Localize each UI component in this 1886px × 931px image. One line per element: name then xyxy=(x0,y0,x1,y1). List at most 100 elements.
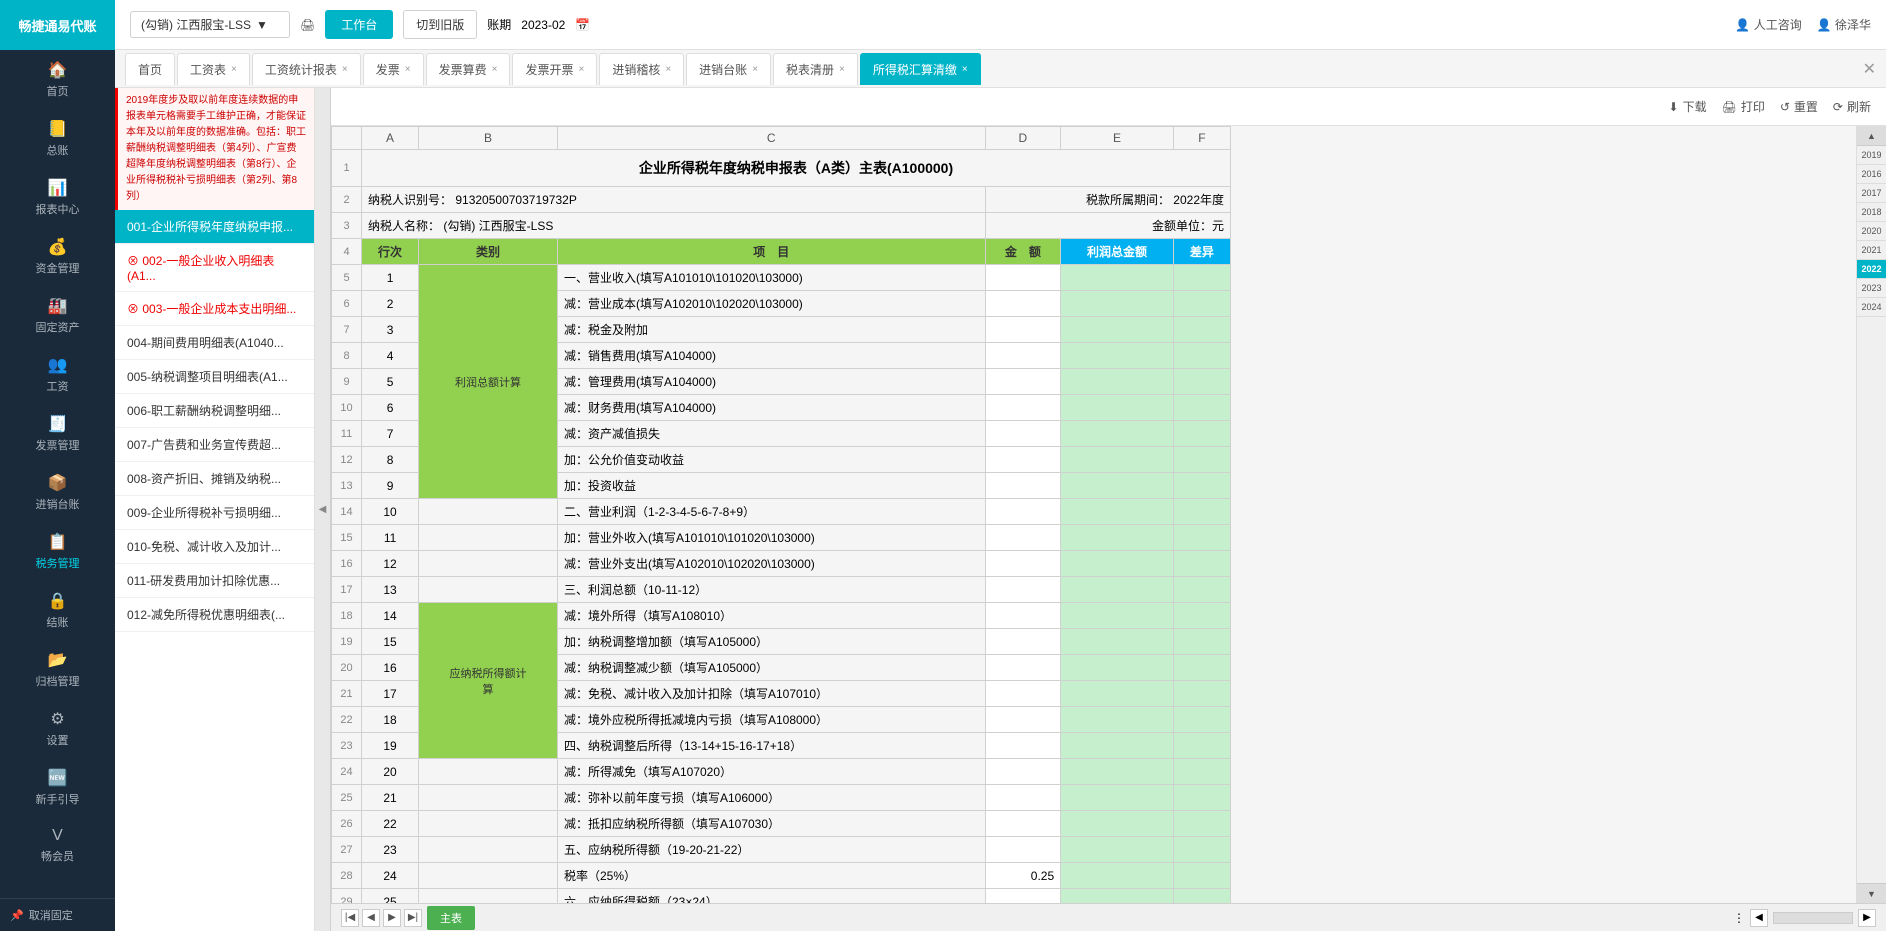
reset-icon: ↺ xyxy=(1780,100,1790,114)
left-panel-item-011[interactable]: 011-研发费用加计扣除优惠... xyxy=(115,564,314,598)
sidebar-item-archive[interactable]: 📂 归档管理 xyxy=(0,640,115,699)
sidebar-label-tax: 税务管理 xyxy=(36,555,80,571)
pin-button[interactable]: 📌 取消固定 xyxy=(0,899,115,931)
sidebar-item-tax[interactable]: 📋 税务管理 xyxy=(0,522,115,581)
left-panel-item-005[interactable]: 005-纳税调整项目明细表(A1... xyxy=(115,360,314,394)
tab-close-invoice-issue[interactable]: × xyxy=(578,64,584,75)
ledger-icon: 📒 xyxy=(48,119,68,139)
sheet-nav-first[interactable]: |◀ xyxy=(341,909,359,927)
year-2018[interactable]: 2018 xyxy=(1857,203,1886,222)
tab-close-payroll-stats[interactable]: × xyxy=(342,64,348,75)
sidebar-item-guide[interactable]: 🆕 新手引导 xyxy=(0,758,115,817)
taxpayer-name-cell: 纳税人名称： (勾销) 江西服宝-LSS xyxy=(362,213,986,239)
sheet-nav-last[interactable]: ▶| xyxy=(404,909,422,927)
download-icon: ⬇ xyxy=(1669,100,1679,114)
warning-banner: 2019年度步及取以前年度连续数据的申报表单元格需要手工维护正确，才能保证本年及… xyxy=(115,88,314,210)
table-row: 28 24 税率（25%） 0.25 xyxy=(332,863,1231,889)
left-panel-item-006[interactable]: 006-职工薪酬纳税调整明细... xyxy=(115,394,314,428)
tab-invoice-calc[interactable]: 发票算费 × xyxy=(426,53,511,85)
sidebar-item-settings[interactable]: ⚙ 设置 xyxy=(0,699,115,758)
row-num-3: 3 xyxy=(332,213,362,239)
reports-icon: 📊 xyxy=(48,178,68,198)
sheet-tab-main[interactable]: 主表 xyxy=(427,906,475,930)
sidebar-label-close: 结账 xyxy=(47,614,69,630)
tab-close-payroll[interactable]: × xyxy=(231,64,237,75)
left-panel-item-008[interactable]: 008-资产折旧、摊销及纳税... xyxy=(115,462,314,496)
tab-invoice[interactable]: 发票 × xyxy=(363,53,424,85)
reset-button[interactable]: ↺ 重置 xyxy=(1780,98,1818,115)
sidebar-item-close[interactable]: 🔒 结账 xyxy=(0,581,115,640)
archive-icon: 📂 xyxy=(48,650,68,670)
table-row: 5 1 利润总额计算 一、营业收入(填写A101010\101020\10300… xyxy=(332,265,1231,291)
left-panel-item-004[interactable]: 004-期间费用明细表(A1040... xyxy=(115,326,314,360)
sidebar-item-invoice[interactable]: 🧾 发票管理 xyxy=(0,404,115,463)
left-panel-item-003[interactable]: 003-一般企业成本支出明细... xyxy=(115,292,314,326)
sidebar-item-payroll[interactable]: 👥 工资 xyxy=(0,345,115,404)
tab-close-income-tax[interactable]: × xyxy=(962,64,968,75)
sidebar-item-ledger[interactable]: 📒 总账 xyxy=(0,109,115,168)
sheet-nav-prev[interactable]: ◀ xyxy=(362,909,380,927)
tab-close-invoice-calc[interactable]: × xyxy=(492,64,498,75)
sheet-nav: |◀ ◀ ▶ ▶| xyxy=(341,909,422,927)
spreadsheet-content[interactable]: A B C D E F xyxy=(331,126,1856,903)
tab-tax-summary[interactable]: 税表清册 × xyxy=(773,53,858,85)
refresh-button[interactable]: ⟳ 刷新 xyxy=(1833,98,1871,115)
table-row: 15 11 加：营业外收入(填写A101010\101020\103000) xyxy=(332,525,1231,551)
company-selector[interactable]: (勾销) 江西服宝-LSS ▼ xyxy=(130,11,290,38)
print-button[interactable]: 🖨 打印 xyxy=(1722,98,1765,115)
sheet-nav-next[interactable]: ▶ xyxy=(383,909,401,927)
tab-payroll[interactable]: 工资表 × xyxy=(177,53,250,85)
sidebar-item-assets[interactable]: 💰 资金管理 xyxy=(0,227,115,286)
left-panel-item-012[interactable]: 012-减免所得税优惠明细表(... xyxy=(115,598,314,632)
switch-old-button[interactable]: 切到旧版 xyxy=(403,10,477,39)
sidebar-item-purchase[interactable]: 📦 进销台账 xyxy=(0,463,115,522)
year-2017[interactable]: 2017 xyxy=(1857,184,1886,203)
left-panel-item-010[interactable]: 010-免税、减计收入及加计... xyxy=(115,530,314,564)
tab-sales-ledger[interactable]: 进销台账 × xyxy=(686,53,771,85)
sidebar-item-reports[interactable]: 📊 报表中心 xyxy=(0,168,115,227)
tab-home[interactable]: 首页 xyxy=(125,53,175,85)
year-2020[interactable]: 2020 xyxy=(1857,222,1886,241)
tab-close-invoice[interactable]: × xyxy=(405,64,411,75)
print-icon[interactable]: 🖨 xyxy=(300,18,315,32)
panel-collapse-button[interactable]: ◀ xyxy=(315,88,331,931)
service-button[interactable]: 👤 人工咨询 xyxy=(1735,16,1801,33)
tab-close-tax-summary[interactable]: × xyxy=(839,64,845,75)
scroll-right-btn[interactable]: ▶ xyxy=(1858,909,1876,927)
left-panel-item-001[interactable]: 001-企业所得税年度纳税申报... xyxy=(115,210,314,244)
left-panel-item-007[interactable]: 007-广告费和业务宣传费超... xyxy=(115,428,314,462)
tab-close-sales-audit[interactable]: × xyxy=(665,64,671,75)
col-profit-label: 利润总金额 xyxy=(1061,239,1174,265)
calendar-icon[interactable]: 📅 xyxy=(575,18,590,32)
sheet-tabs: |◀ ◀ ▶ ▶| 主表 ⋮ ◀ ▶ xyxy=(331,903,1886,931)
tab-invoice-issue[interactable]: 发票开票 × xyxy=(512,53,597,85)
purchase-icon: 📦 xyxy=(48,473,68,493)
company-name: (勾销) 江西服宝-LSS xyxy=(141,16,251,33)
tab-sales-audit[interactable]: 进销稽核 × xyxy=(599,53,684,85)
user-button[interactable]: 👤 徐泽华 xyxy=(1817,16,1871,33)
sidebar-item-member[interactable]: V 畅会员 xyxy=(0,817,115,874)
horizontal-scrollbar[interactable] xyxy=(1773,912,1853,924)
workstation-button[interactable]: 工作台 xyxy=(325,10,393,39)
tab-income-tax[interactable]: 所得税汇算清缴 × xyxy=(860,53,981,85)
year-2024[interactable]: 2024 xyxy=(1857,298,1886,317)
tab-close-sales-ledger[interactable]: × xyxy=(752,64,758,75)
left-panel-item-009[interactable]: 009-企业所得税补亏损明细... xyxy=(115,496,314,530)
year-2022[interactable]: 2022 xyxy=(1857,260,1886,279)
sidebar-item-home[interactable]: 🏠 首页 xyxy=(0,50,115,109)
tabs-close-all[interactable]: ✕ xyxy=(1863,59,1876,79)
year-2023[interactable]: 2023 xyxy=(1857,279,1886,298)
sidebar-label-invoice: 发票管理 xyxy=(36,437,80,453)
sidebar-label-assets: 资金管理 xyxy=(36,260,80,276)
year-2016[interactable]: 2016 xyxy=(1857,165,1886,184)
tab-payroll-stats[interactable]: 工资统计报表 × xyxy=(252,53,361,85)
left-panel-item-002[interactable]: 002-一般企业收入明细表(A1... xyxy=(115,244,314,292)
year-2021[interactable]: 2021 xyxy=(1857,241,1886,260)
download-button[interactable]: ⬇ 下载 xyxy=(1669,98,1707,115)
sidebar-item-fixed[interactable]: 🏭 固定资产 xyxy=(0,286,115,345)
col-f-header: F xyxy=(1173,127,1230,150)
year-2019[interactable]: 2019 xyxy=(1857,146,1886,165)
row-num-2: 2 xyxy=(332,187,362,213)
scroll-left-btn[interactable]: ◀ xyxy=(1750,909,1768,927)
invoice-icon: 🧾 xyxy=(48,414,68,434)
